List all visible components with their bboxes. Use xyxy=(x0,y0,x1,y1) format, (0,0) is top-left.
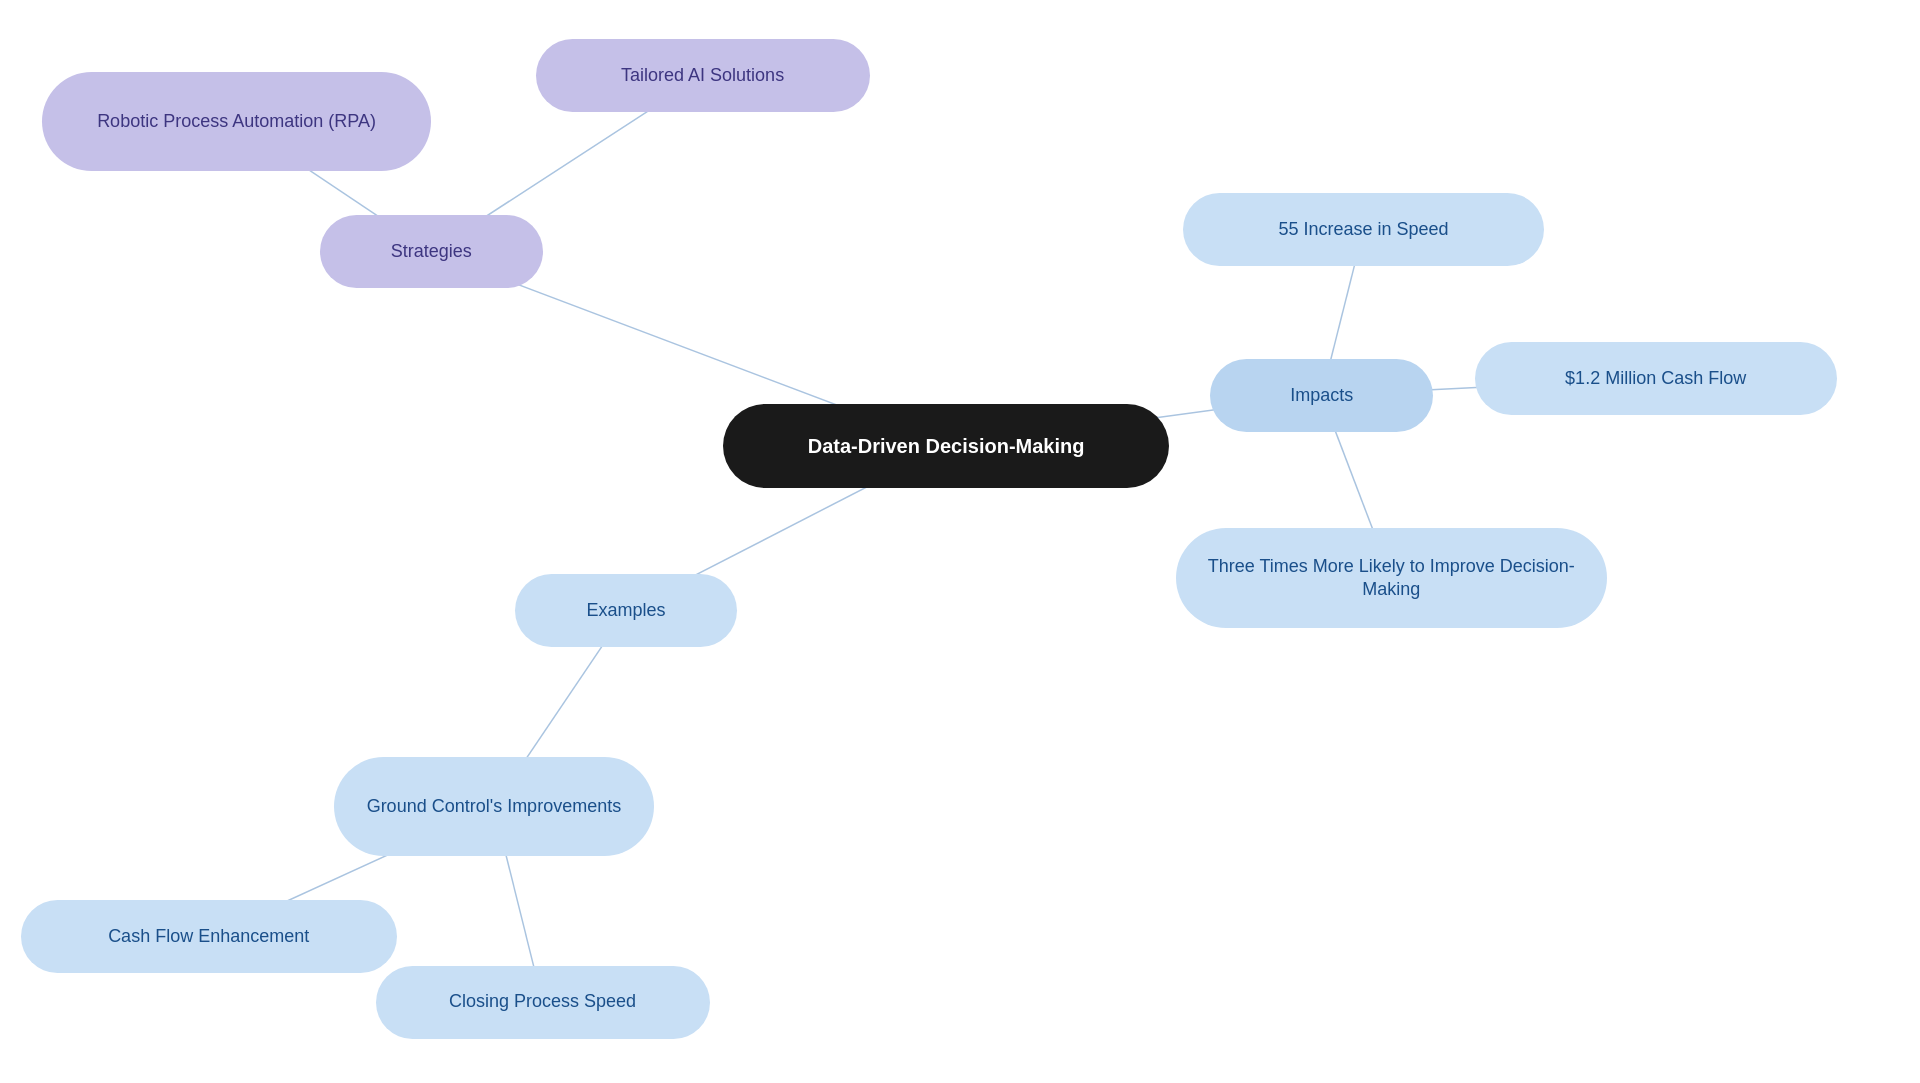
decision-making-label: Three Times More Likely to Improve Decis… xyxy=(1204,555,1579,602)
ground-controls-node: Ground Control's Improvements xyxy=(334,757,654,856)
ground-controls-label: Ground Control's Improvements xyxy=(367,795,622,818)
examples-node: Examples xyxy=(515,574,738,647)
tailored-ai-label: Tailored AI Solutions xyxy=(621,64,784,87)
impacts-label: Impacts xyxy=(1290,384,1353,407)
center-node: Data-Driven Decision-Making xyxy=(723,404,1168,488)
cash-flow-million-node: $1.2 Million Cash Flow xyxy=(1475,342,1837,415)
strategies-label: Strategies xyxy=(391,240,472,263)
decision-making-node: Three Times More Likely to Improve Decis… xyxy=(1176,528,1607,627)
rpa-label: Robotic Process Automation (RPA) xyxy=(97,110,376,133)
rpa-node: Robotic Process Automation (RPA) xyxy=(42,72,432,171)
center-label: Data-Driven Decision-Making xyxy=(808,433,1085,459)
strategies-node: Strategies xyxy=(320,215,543,288)
speed-increase-label: 55 Increase in Speed xyxy=(1278,218,1448,241)
impacts-node: Impacts xyxy=(1210,359,1433,432)
tailored-ai-node: Tailored AI Solutions xyxy=(536,39,870,112)
cash-flow-enh-node: Cash Flow Enhancement xyxy=(21,900,397,973)
closing-process-node: Closing Process Speed xyxy=(376,966,710,1039)
examples-label: Examples xyxy=(587,599,666,622)
cash-flow-million-label: $1.2 Million Cash Flow xyxy=(1565,367,1746,390)
speed-increase-node: 55 Increase in Speed xyxy=(1183,193,1545,266)
cash-flow-enh-label: Cash Flow Enhancement xyxy=(108,925,309,948)
closing-process-label: Closing Process Speed xyxy=(449,990,636,1013)
